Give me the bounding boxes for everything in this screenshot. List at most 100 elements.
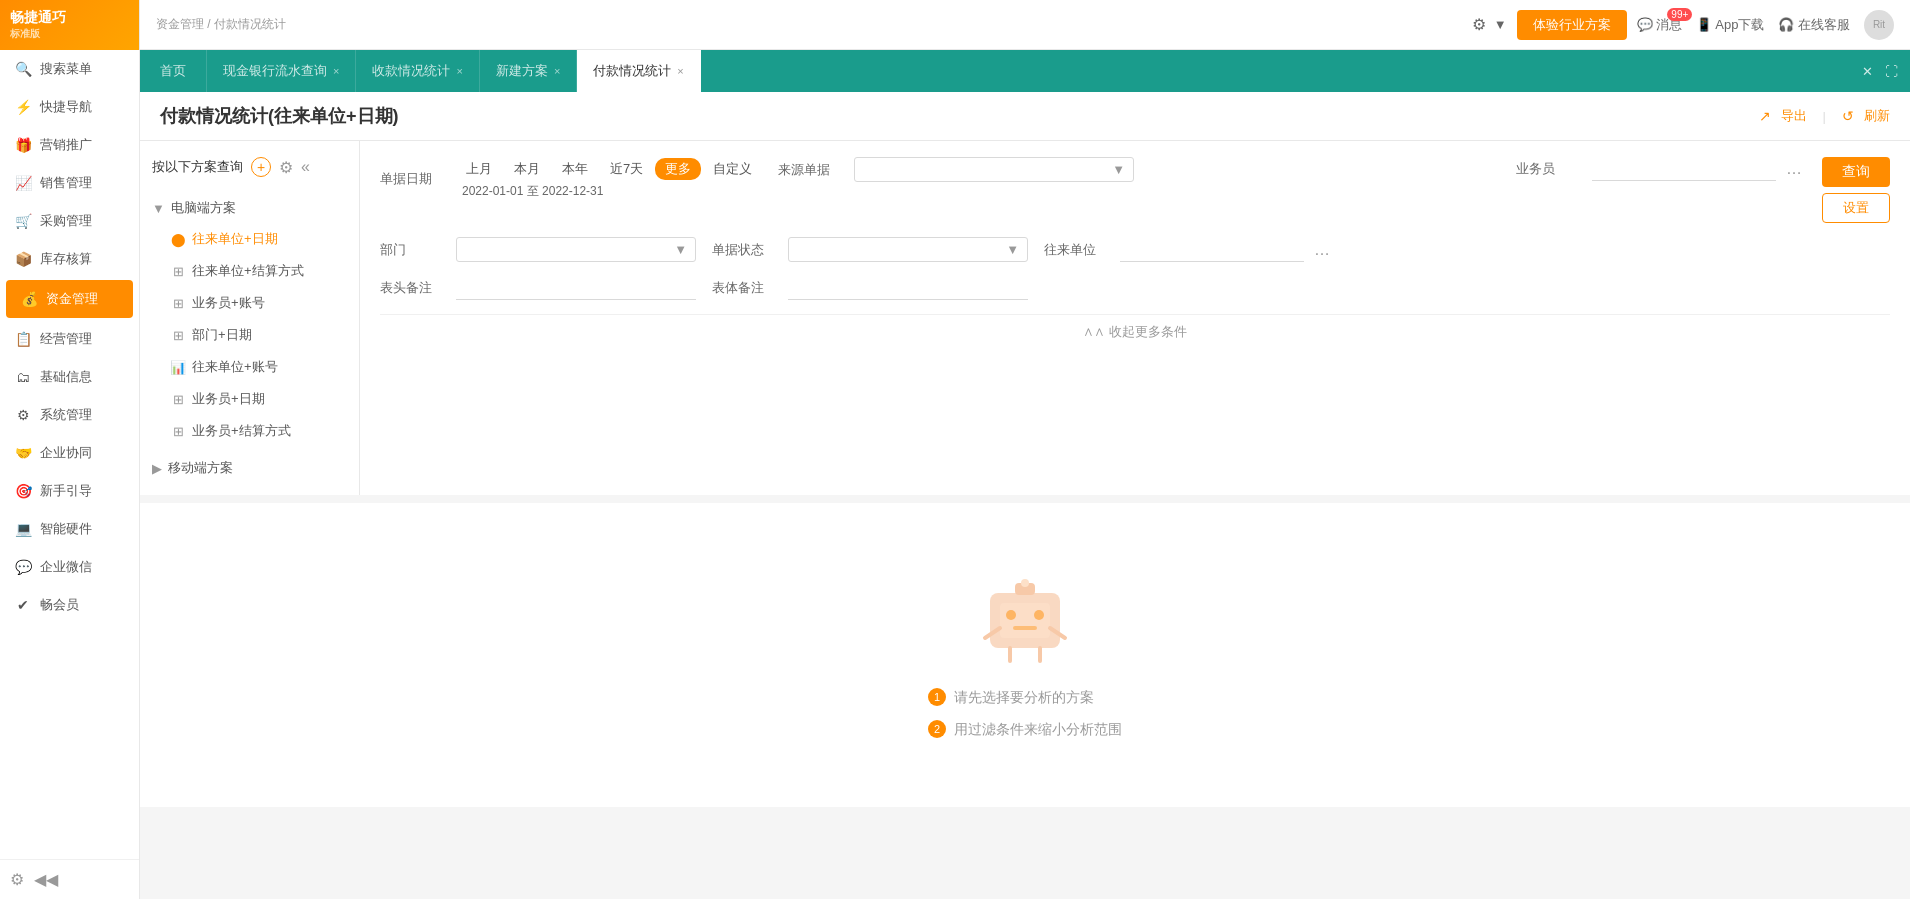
scheme-item-6-icon: ⊞ (170, 423, 186, 439)
hardware-icon: 💻 (14, 520, 32, 538)
sidebar-item-hardware[interactable]: 💻 智能硬件 (0, 510, 139, 548)
trial-btn[interactable]: 体验行业方案 (1517, 10, 1627, 40)
source-dropdown-icon: ▼ (1112, 162, 1125, 177)
svg-point-6 (1021, 579, 1029, 587)
sidebar-item-enterprise[interactable]: 🤝 企业协同 (0, 434, 139, 472)
collapse-label: 收起更多条件 (1109, 324, 1187, 339)
body-note-input[interactable] (788, 276, 1028, 300)
salesman-input[interactable] (1592, 157, 1776, 181)
sidebar-item-search[interactable]: 🔍 搜索菜单 (0, 50, 139, 88)
doc-status-select[interactable]: ▼ (788, 237, 1028, 262)
tab-receipt-stats-close[interactable]: × (456, 65, 462, 77)
date-btn-custom[interactable]: 自定义 (703, 157, 762, 181)
filter-header-note-group: 表头备注 (380, 276, 696, 300)
tab-payment-stats[interactable]: 付款情况统计 × (577, 50, 700, 92)
sidebar-item-quick-nav[interactable]: ⚡ 快捷导航 (0, 88, 139, 126)
tab-bank-flow-close[interactable]: × (333, 65, 339, 77)
app-download-label: App下载 (1715, 17, 1764, 32)
sidebar-item-operation[interactable]: 📋 经营管理 (0, 320, 139, 358)
page-header-actions: ↗ 导出 | ↺ 刷新 (1759, 107, 1890, 125)
capital-icon: 💰 (20, 290, 38, 308)
user-avatar[interactable]: Rit (1864, 10, 1894, 40)
tab-new-scheme[interactable]: 新建方案 × (480, 50, 577, 92)
action-buttons: 查询 设置 (1822, 157, 1890, 223)
collapse-more-btn[interactable]: ∧∧ 收起更多条件 (380, 314, 1890, 349)
salesman-more-btn[interactable]: … (1782, 160, 1806, 178)
source-select[interactable]: ▼ (854, 157, 1134, 182)
filter-doc-status-group: 单据状态 ▼ (712, 237, 1028, 262)
system-icon: ⚙ (14, 406, 32, 424)
app-download[interactable]: 📱 App下载 (1696, 16, 1764, 34)
dept-dropdown-icon: ▼ (674, 242, 687, 257)
scheme-item-5-icon: ⊞ (170, 391, 186, 407)
sidebar-item-guide[interactable]: 🎯 新手引导 (0, 472, 139, 510)
sidebar-item-sales[interactable]: 📈 销售管理 (0, 164, 139, 202)
sidebar-item-base[interactable]: 🗂 基础信息 (0, 358, 139, 396)
date-btn-this-year[interactable]: 本年 (552, 157, 598, 181)
date-btn-7days[interactable]: 近7天 (600, 157, 653, 181)
date-options-group: 上月 本月 本年 近7天 更多 自定义 2022-01-01 至 2022-12… (456, 157, 762, 200)
tab-bank-flow[interactable]: 现金银行流水查询 × (207, 50, 356, 92)
scheme-item-2[interactable]: ⊞ 业务员+账号 (140, 287, 359, 319)
topbar-dropdown-icon[interactable]: ▼ (1494, 17, 1507, 32)
sidebar-item-inventory[interactable]: 📦 库存核算 (0, 240, 139, 278)
enterprise-icon: 🤝 (14, 444, 32, 462)
doc-status-dropdown-icon: ▼ (1006, 242, 1019, 257)
topbar-messages[interactable]: 💬 消息 99+ (1637, 16, 1683, 34)
salesman-label: 业务员 (1516, 160, 1586, 178)
sidebar-item-weixin[interactable]: 💬 企业微信 (0, 548, 139, 586)
scheme-collapse-btn[interactable]: « (301, 158, 310, 176)
sidebar-item-capital[interactable]: 💰 资金管理 (6, 280, 133, 318)
tab-new-scheme-close[interactable]: × (554, 65, 560, 77)
settings-bottom-icon[interactable]: ⚙ (10, 870, 24, 889)
scheme-group-mobile-label: 移动端方案 (168, 459, 233, 477)
header-note-input[interactable] (456, 276, 696, 300)
sidebar-item-marketing[interactable]: 🎁 营销推广 (0, 126, 139, 164)
dept-select[interactable]: ▼ (456, 237, 696, 262)
tab-close-all-icon[interactable]: ✕ (1862, 64, 1873, 79)
sidebar-item-member[interactable]: ✔ 畅会员 (0, 586, 139, 624)
tip-text-1: 请先选择要分析的方案 (954, 683, 1094, 711)
scheme-item-3[interactable]: ⊞ 部门+日期 (140, 319, 359, 351)
collapse-sidebar-icon[interactable]: ◀◀ (34, 870, 58, 889)
date-btn-this-month[interactable]: 本月 (504, 157, 550, 181)
download-icon: 📱 (1696, 17, 1712, 32)
partner-more-btn[interactable]: … (1310, 241, 1334, 259)
date-btn-last-month[interactable]: 上月 (456, 157, 502, 181)
tab-receipt-stats[interactable]: 收款情况统计 × (356, 50, 479, 92)
scheme-add-btn[interactable]: + (251, 157, 271, 177)
partner-input[interactable] (1120, 238, 1304, 262)
svg-point-2 (1006, 610, 1016, 620)
tab-payment-stats-close[interactable]: × (677, 65, 683, 77)
refresh-label[interactable]: 刷新 (1864, 107, 1890, 125)
scheme-item-0[interactable]: ⬤ 往来单位+日期 (140, 223, 359, 255)
settings-btn[interactable]: 设置 (1822, 193, 1890, 223)
scheme-settings-btn[interactable]: ⚙ (279, 158, 293, 177)
scheme-item-1[interactable]: ⊞ 往来单位+结算方式 (140, 255, 359, 287)
scheme-group-pc-label: 电脑端方案 (171, 199, 236, 217)
scheme-item-5[interactable]: ⊞ 业务员+日期 (140, 383, 359, 415)
filter-row-3: 表头备注 表体备注 (380, 276, 1890, 300)
online-service[interactable]: 🎧 在线客服 (1778, 16, 1850, 34)
topbar-settings-icon[interactable]: ⚙ (1472, 15, 1486, 34)
doc-status-label: 单据状态 (712, 241, 782, 259)
date-range-display: 2022-01-01 至 2022-12-31 (456, 183, 762, 200)
svg-point-3 (1034, 610, 1044, 620)
query-btn[interactable]: 查询 (1822, 157, 1890, 187)
tip-text-2: 用过滤条件来缩小分析范围 (954, 715, 1122, 743)
sidebar-item-purchase[interactable]: 🛒 采购管理 (0, 202, 139, 240)
tab-home[interactable]: 首页 (140, 50, 207, 92)
date-label: 单据日期 (380, 170, 450, 188)
sidebar-item-system[interactable]: ⚙ 系统管理 (0, 396, 139, 434)
tab-new-scheme-label: 新建方案 (496, 62, 548, 80)
sidebar-label-base: 基础信息 (40, 368, 92, 386)
filter-dept-group: 部门 ▼ (380, 237, 696, 262)
scheme-item-6[interactable]: ⊞ 业务员+结算方式 (140, 415, 359, 447)
tab-expand-icon[interactable]: ⛶ (1885, 64, 1898, 79)
export-label[interactable]: 导出 (1781, 107, 1807, 125)
scheme-item-4[interactable]: 📊 往来单位+账号 (140, 351, 359, 383)
sidebar-label-sales: 销售管理 (40, 174, 92, 192)
date-btn-more[interactable]: 更多 (655, 158, 701, 180)
scheme-group-pc-header[interactable]: ▼ 电脑端方案 (140, 193, 359, 223)
scheme-group-mobile-header[interactable]: ▶ 移动端方案 (140, 453, 359, 483)
